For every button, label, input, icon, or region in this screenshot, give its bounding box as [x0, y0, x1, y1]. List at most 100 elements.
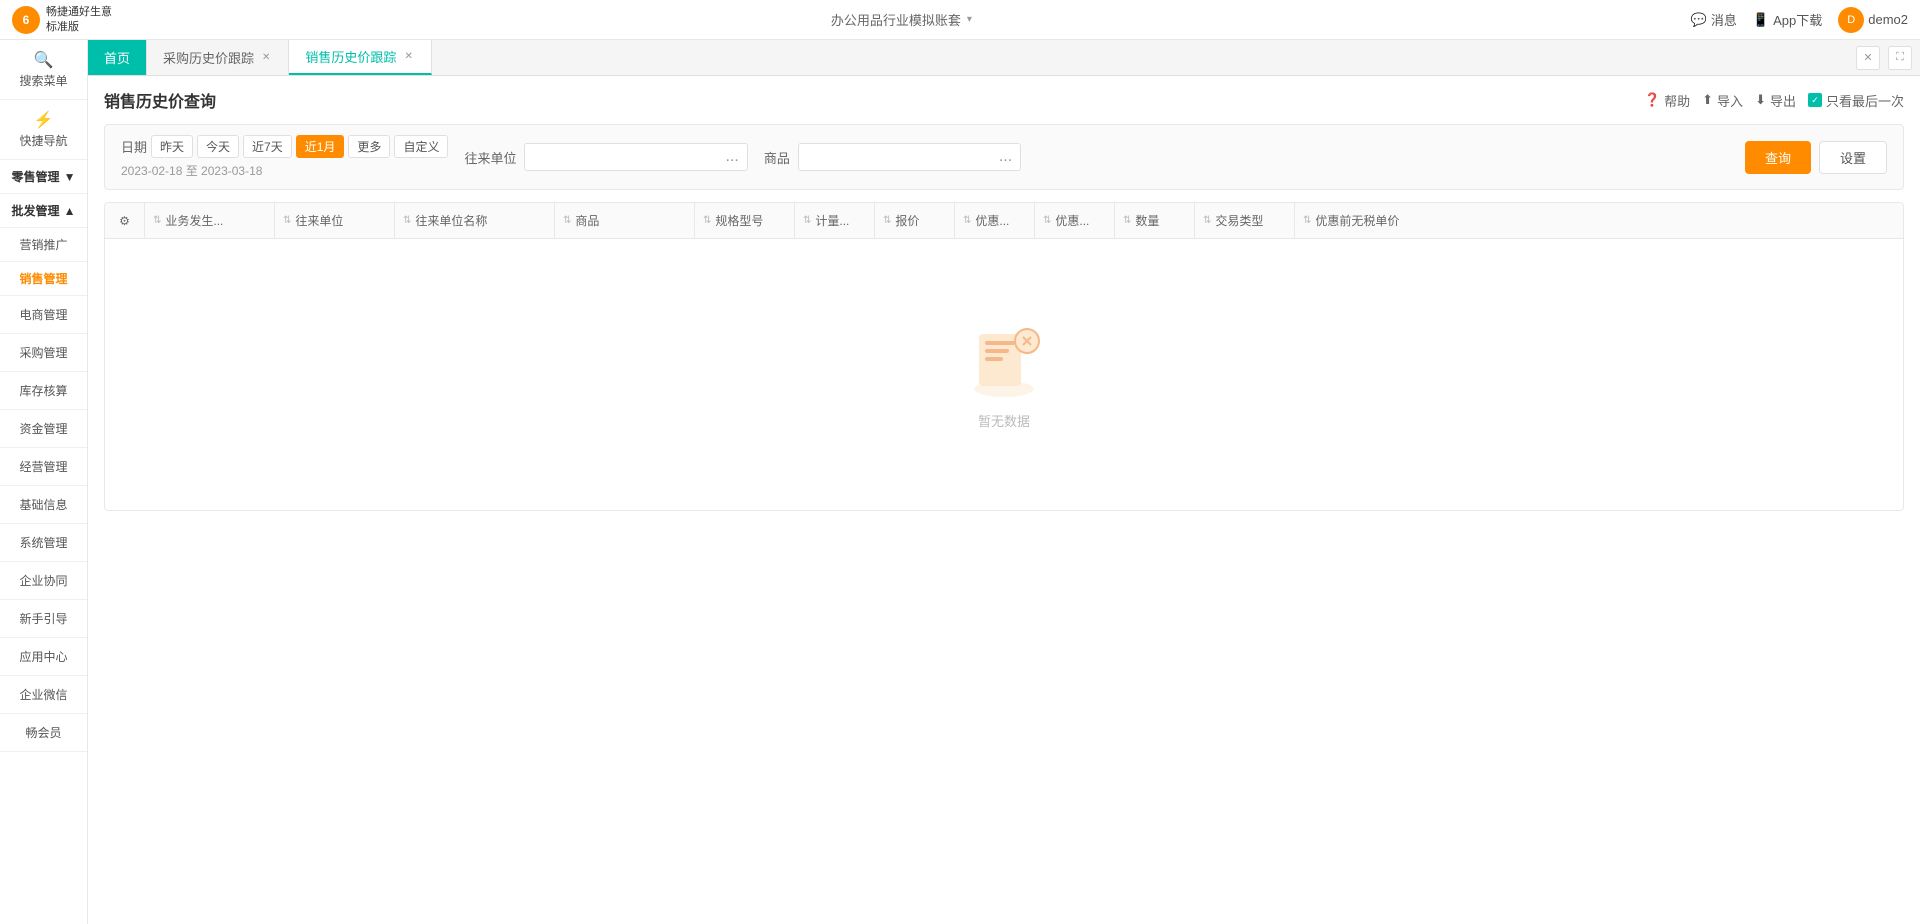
- export-icon: ⬇: [1755, 92, 1766, 108]
- sidebar-item-inventory[interactable]: 库存核算: [0, 372, 87, 410]
- query-button[interactable]: 查询: [1745, 141, 1811, 174]
- th-trade-type: ⇅ 交易类型: [1195, 203, 1295, 238]
- sidebar-item-label: 应用中心: [19, 648, 67, 665]
- sidebar-item-system[interactable]: 系统管理: [0, 524, 87, 562]
- th-goods: ⇅ 商品: [555, 203, 695, 238]
- date-btn-more[interactable]: 更多: [348, 135, 390, 158]
- sidebar-item-wechat[interactable]: 企业微信: [0, 676, 87, 714]
- import-button[interactable]: ⬆ 导入: [1702, 91, 1743, 110]
- app-title: 办公用品行业模拟账套: [831, 10, 961, 29]
- help-button[interactable]: ❓ 帮助: [1644, 91, 1690, 110]
- goods-input[interactable]: [799, 146, 991, 169]
- main-layout: 🔍 搜索菜单 ⚡ 快捷导航 零售管理 ▼ 批发管理 ▲ 营销推广 销售管理 电商…: [0, 40, 1920, 924]
- tab-home[interactable]: 首页: [88, 40, 147, 75]
- th-discount2-sort-icon[interactable]: ⇅: [1043, 215, 1051, 226]
- th-spec-sort-icon[interactable]: ⇅: [703, 215, 711, 226]
- partner-filter-group: 往来单位 ...: [464, 143, 747, 171]
- th-discount1-sort-icon[interactable]: ⇅: [963, 215, 971, 226]
- empty-text: 暂无数据: [978, 411, 1030, 430]
- th-goods-sort-icon[interactable]: ⇅: [563, 215, 571, 226]
- goods-input-wrapper[interactable]: ...: [798, 143, 1021, 171]
- sidebar-item-label: 企业协同: [19, 572, 67, 589]
- sidebar-item-label: 快捷导航: [19, 132, 67, 149]
- logo-text: 畅捷通好生意 标准版: [46, 5, 112, 34]
- th-spec: ⇅ 规格型号: [695, 203, 795, 238]
- date-btn-yesterday[interactable]: 昨天: [151, 135, 193, 158]
- sidebar-item-wholesale[interactable]: 批发管理 ▲: [0, 194, 87, 228]
- sidebar-item-label: 批发管理: [12, 202, 60, 219]
- tab-bar-right: ✕ ⛶: [1856, 46, 1920, 70]
- app-download-button[interactable]: 📱 App下载: [1753, 10, 1822, 29]
- sidebar-item-enterprise[interactable]: 企业协同: [0, 562, 87, 600]
- th-partner-name-sort-icon[interactable]: ⇅: [403, 215, 411, 226]
- settings-button[interactable]: 设置: [1819, 141, 1887, 174]
- sidebar-item-search-menu[interactable]: 🔍 搜索菜单: [0, 40, 87, 100]
- sidebar-item-ecommerce[interactable]: 电商管理: [0, 296, 87, 334]
- sidebar-item-finance[interactable]: 资金管理: [0, 410, 87, 448]
- sidebar-item-label: 采购管理: [19, 344, 67, 361]
- empty-state: 暂无数据: [105, 239, 1903, 510]
- search-icon: 🔍: [34, 50, 54, 70]
- page-content: 销售历史价查询 ❓ 帮助 ⬆ 导入 ⬇ 导出: [88, 76, 1920, 924]
- sidebar-item-label: 资金管理: [19, 420, 67, 437]
- sidebar-item-label: 搜索菜单: [19, 72, 67, 89]
- goods-filter-label: 商品: [764, 148, 790, 167]
- tab-bar: 首页 采购历史价跟踪 ✕ 销售历史价跟踪 ✕ ✕ ⛶: [88, 40, 1920, 76]
- app-dropdown-icon[interactable]: ▾: [967, 14, 972, 25]
- date-btn-7days[interactable]: 近7天: [243, 135, 292, 158]
- tab-purchase-history-close[interactable]: ✕: [260, 50, 272, 65]
- sidebar-item-basic-info[interactable]: 基础信息: [0, 486, 87, 524]
- message-button[interactable]: 💬 消息: [1691, 10, 1737, 29]
- tab-purchase-history[interactable]: 采购历史价跟踪 ✕: [147, 40, 289, 75]
- sidebar-item-operation[interactable]: 经营管理: [0, 448, 87, 486]
- sidebar-item-purchase[interactable]: 采购管理: [0, 334, 87, 372]
- goods-input-dots[interactable]: ...: [991, 144, 1020, 170]
- top-bar: 6 畅捷通好生意 标准版 办公用品行业模拟账套 ▾ 💬 消息 📱 App下载 D…: [0, 0, 1920, 40]
- user-avatar: D: [1838, 7, 1864, 33]
- th-unit-sort-icon[interactable]: ⇅: [803, 215, 811, 226]
- tab-close-all-button[interactable]: ✕: [1856, 46, 1880, 70]
- only-last-checkbox-label[interactable]: ✓ 只看最后一次: [1808, 91, 1904, 110]
- sidebar-item-newbie[interactable]: 新手引导: [0, 600, 87, 638]
- export-button[interactable]: ⬇ 导出: [1755, 91, 1796, 110]
- sidebar-item-marketing[interactable]: 营销推广: [0, 228, 87, 262]
- user-profile-button[interactable]: D demo2: [1838, 7, 1908, 33]
- empty-state-icon: [959, 319, 1049, 399]
- sidebar-item-label: 库存核算: [19, 382, 67, 399]
- sidebar-item-sales-mgmt[interactable]: 销售管理: [0, 262, 87, 296]
- tab-fullscreen-button[interactable]: ⛶: [1888, 46, 1912, 70]
- filter-bar: 日期 昨天 今天 近7天 近1月 更多 自定义 2023-02-18 至 202…: [104, 124, 1904, 190]
- sidebar-item-member[interactable]: 畅会员: [0, 714, 87, 752]
- partner-input[interactable]: [525, 146, 717, 169]
- top-bar-right: 💬 消息 📱 App下载 D demo2: [1691, 7, 1908, 33]
- sidebar-item-apps[interactable]: 应用中心: [0, 638, 87, 676]
- sidebar-item-label: 企业微信: [19, 686, 67, 703]
- sidebar-item-label: 零售管理: [12, 168, 60, 185]
- tab-purchase-history-label: 采购历史价跟踪: [163, 48, 254, 67]
- th-notax-price-sort-icon[interactable]: ⇅: [1303, 215, 1311, 226]
- partner-input-wrapper[interactable]: ...: [524, 143, 747, 171]
- date-btn-custom[interactable]: 自定义: [394, 135, 448, 158]
- th-partner-sort-icon[interactable]: ⇅: [283, 215, 291, 226]
- th-price-sort-icon[interactable]: ⇅: [883, 215, 891, 226]
- goods-filter-group: 商品 ...: [764, 143, 1021, 171]
- date-btn-today[interactable]: 今天: [197, 135, 239, 158]
- date-btn-1month[interactable]: 近1月: [296, 135, 345, 158]
- app-title-area[interactable]: 办公用品行业模拟账套 ▾: [831, 10, 972, 29]
- th-qty-sort-icon[interactable]: ⇅: [1123, 215, 1131, 226]
- tab-sales-history[interactable]: 销售历史价跟踪 ✕: [289, 40, 431, 75]
- sidebar-item-retail[interactable]: 零售管理 ▼: [0, 160, 87, 194]
- sidebar-item-label: 新手引导: [19, 610, 67, 627]
- help-icon: ❓: [1644, 92, 1660, 108]
- tab-sales-history-close[interactable]: ✕: [402, 49, 414, 64]
- partner-input-dots[interactable]: ...: [717, 144, 746, 170]
- th-trade-type-sort-icon[interactable]: ⇅: [1203, 215, 1211, 226]
- gear-icon[interactable]: ⚙: [119, 214, 130, 228]
- tab-home-label: 首页: [104, 48, 130, 67]
- message-icon: 💬: [1691, 12, 1707, 28]
- th-gear[interactable]: ⚙: [105, 203, 145, 238]
- th-biz-date-sort-icon[interactable]: ⇅: [153, 215, 161, 226]
- sidebar-item-shortcut[interactable]: ⚡ 快捷导航: [0, 100, 87, 160]
- page-header: 销售历史价查询 ❓ 帮助 ⬆ 导入 ⬇ 导出: [104, 88, 1904, 112]
- date-range-text: 2023-02-18 至 2023-03-18: [121, 162, 448, 179]
